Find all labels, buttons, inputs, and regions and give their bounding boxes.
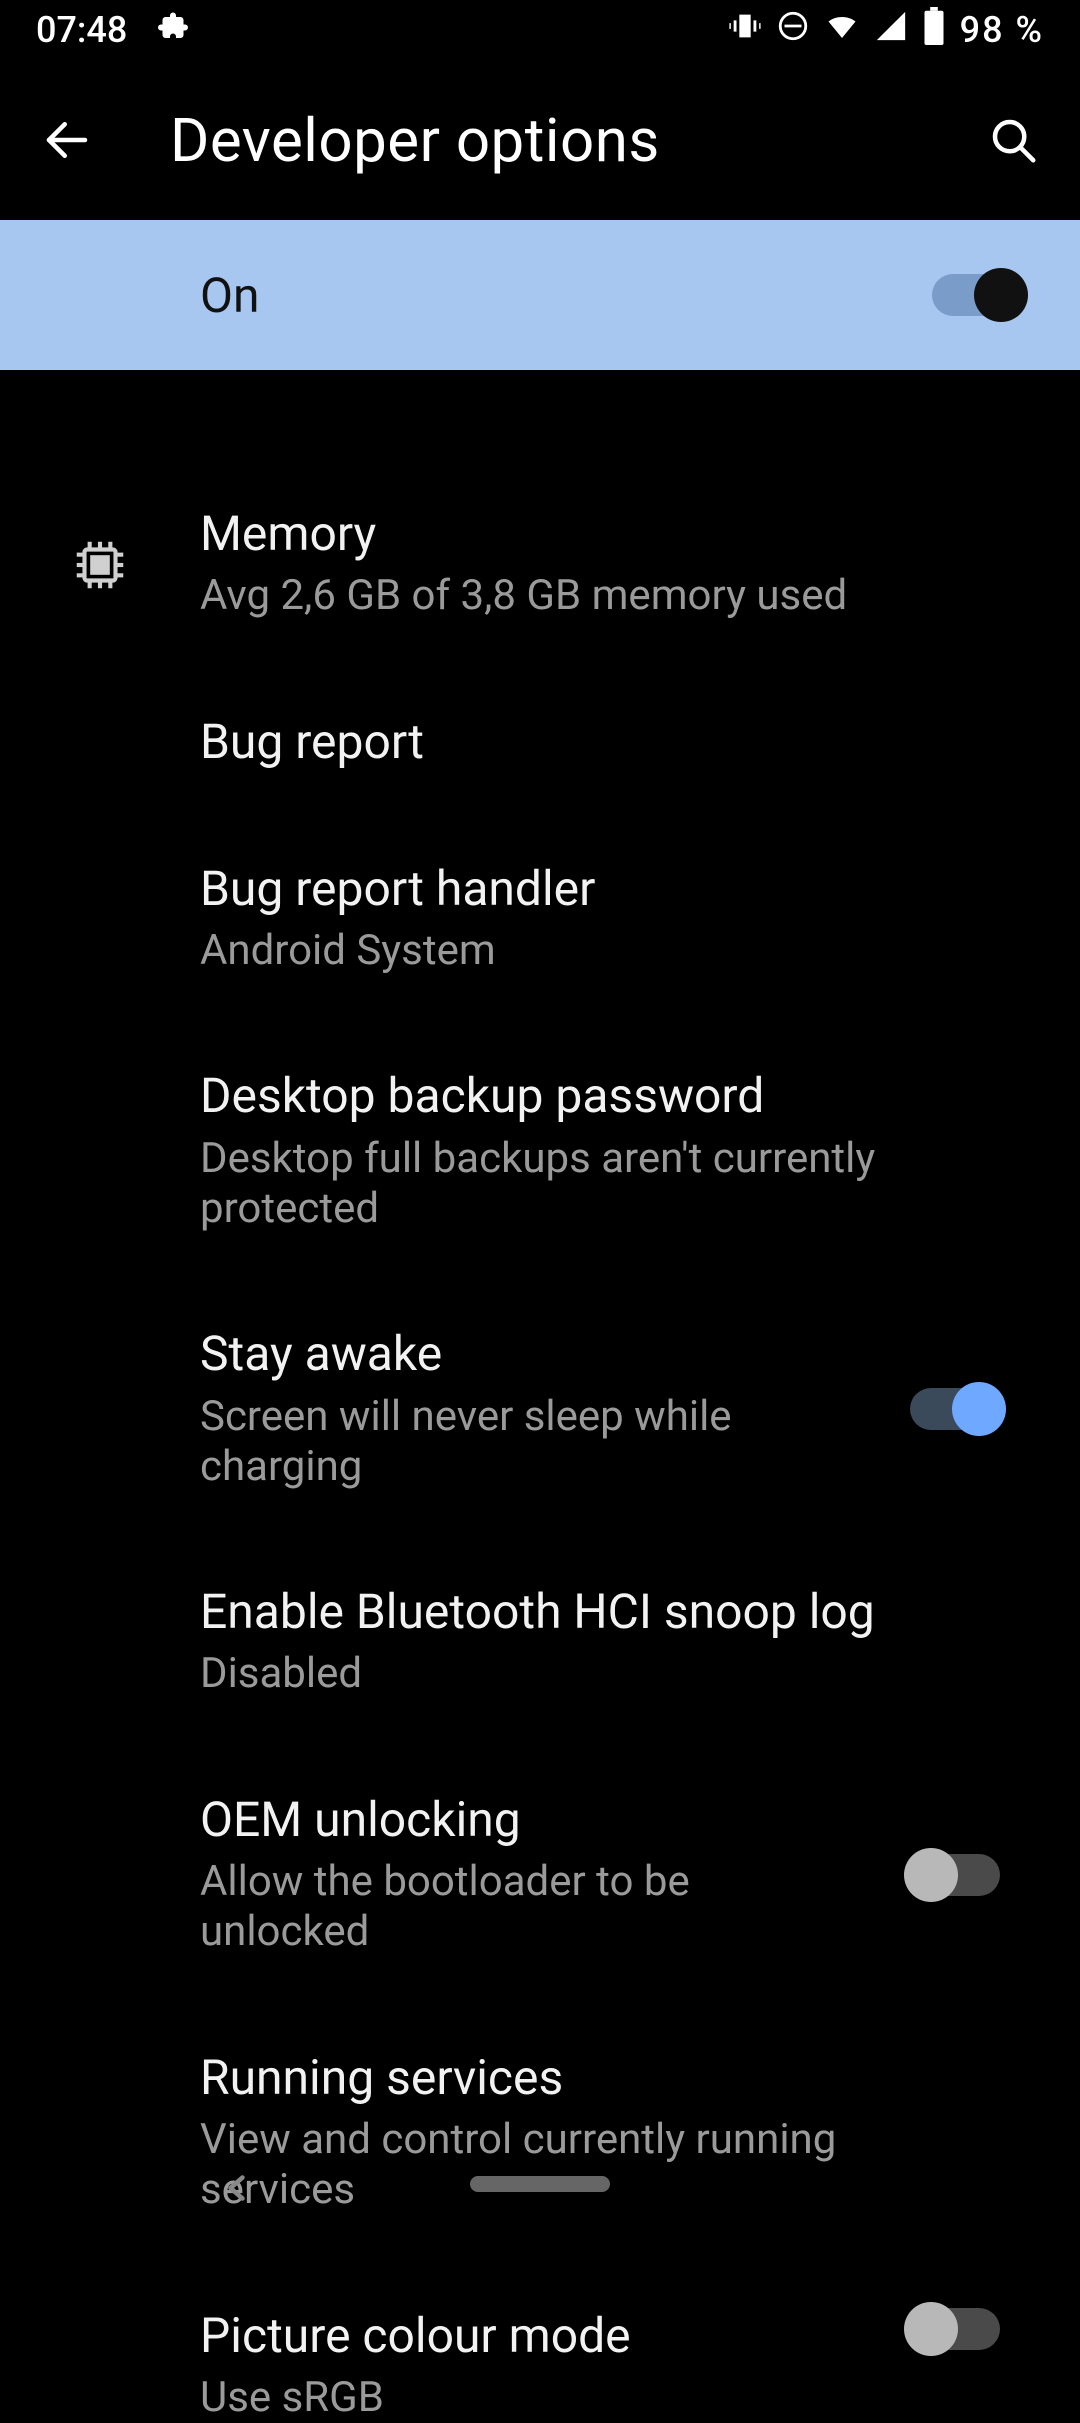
stay-awake-switch[interactable] [910, 1388, 1000, 1430]
battery-icon [922, 7, 946, 54]
memory-row[interactable]: Memory Avg 2,6 GB of 3,8 GB memory used [0, 460, 1080, 668]
bluetooth-hci-title: Enable Bluetooth HCI snoop log [200, 1584, 996, 1639]
picture-colour-mode-title: Picture colour mode [200, 2308, 866, 2363]
navigation-bar [0, 2148, 1080, 2220]
signal-icon [874, 9, 908, 52]
bluetooth-hci-row[interactable]: Enable Bluetooth HCI snoop log Disabled [0, 1538, 1080, 1746]
oem-unlocking-row[interactable]: OEM unlocking Allow the bootloader to be… [0, 1746, 1080, 2004]
picture-colour-mode-subtitle: Use sRGB [200, 2373, 866, 2423]
memory-subtitle: Avg 2,6 GB of 3,8 GB memory used [200, 571, 996, 621]
vibrate-icon [728, 9, 762, 52]
picture-colour-mode-switch[interactable] [910, 2308, 1000, 2350]
bug-report-handler-title: Bug report handler [200, 861, 996, 916]
memory-title: Memory [200, 506, 996, 561]
battery-percent: 98 % [960, 9, 1044, 51]
bug-report-title: Bug report [200, 714, 996, 769]
stay-awake-subtitle: Screen will never sleep while charging [200, 1392, 866, 1493]
stay-awake-row[interactable]: Stay awake Screen will never sleep while… [0, 1280, 1080, 1538]
status-bar: 07:48 98 % [0, 0, 1080, 60]
app-bar: Developer options [0, 60, 1080, 220]
nav-back-icon[interactable] [220, 2170, 256, 2210]
dnd-icon [776, 9, 810, 52]
running-services-row[interactable]: Running services View and control curren… [0, 2004, 1080, 2262]
bug-report-row[interactable]: Bug report [0, 668, 1080, 815]
oem-unlocking-subtitle: Allow the bootloader to be unlocked [200, 1857, 866, 1958]
wifi-icon [824, 8, 860, 53]
back-button[interactable] [40, 113, 110, 167]
desktop-backup-password-title: Desktop backup password [200, 1068, 996, 1123]
master-toggle-row[interactable]: On [0, 220, 1080, 370]
chip-icon [69, 534, 131, 600]
desktop-backup-password-row[interactable]: Desktop backup password Desktop full bac… [0, 1022, 1080, 1280]
bluetooth-hci-subtitle: Disabled [200, 1649, 996, 1699]
page-title: Developer options [110, 105, 970, 176]
desktop-backup-password-subtitle: Desktop full backups aren't currently pr… [200, 1134, 996, 1235]
oem-unlocking-switch[interactable] [910, 1854, 1000, 1896]
stay-awake-title: Stay awake [200, 1326, 866, 1381]
status-time: 07:48 [36, 9, 127, 51]
picture-colour-mode-row[interactable]: Picture colour mode Use sRGB [0, 2262, 1080, 2423]
nav-home-pill[interactable] [470, 2176, 610, 2192]
search-button[interactable] [970, 113, 1040, 167]
master-toggle-switch[interactable] [932, 274, 1022, 316]
running-services-title: Running services [200, 2050, 996, 2105]
bug-report-handler-subtitle: Android System [200, 926, 996, 976]
settings-list: Memory Avg 2,6 GB of 3,8 GB memory used … [0, 370, 1080, 2423]
master-toggle-label: On [200, 267, 932, 324]
puzzle-icon [155, 8, 191, 53]
oem-unlocking-title: OEM unlocking [200, 1792, 866, 1847]
bug-report-handler-row[interactable]: Bug report handler Android System [0, 815, 1080, 1023]
